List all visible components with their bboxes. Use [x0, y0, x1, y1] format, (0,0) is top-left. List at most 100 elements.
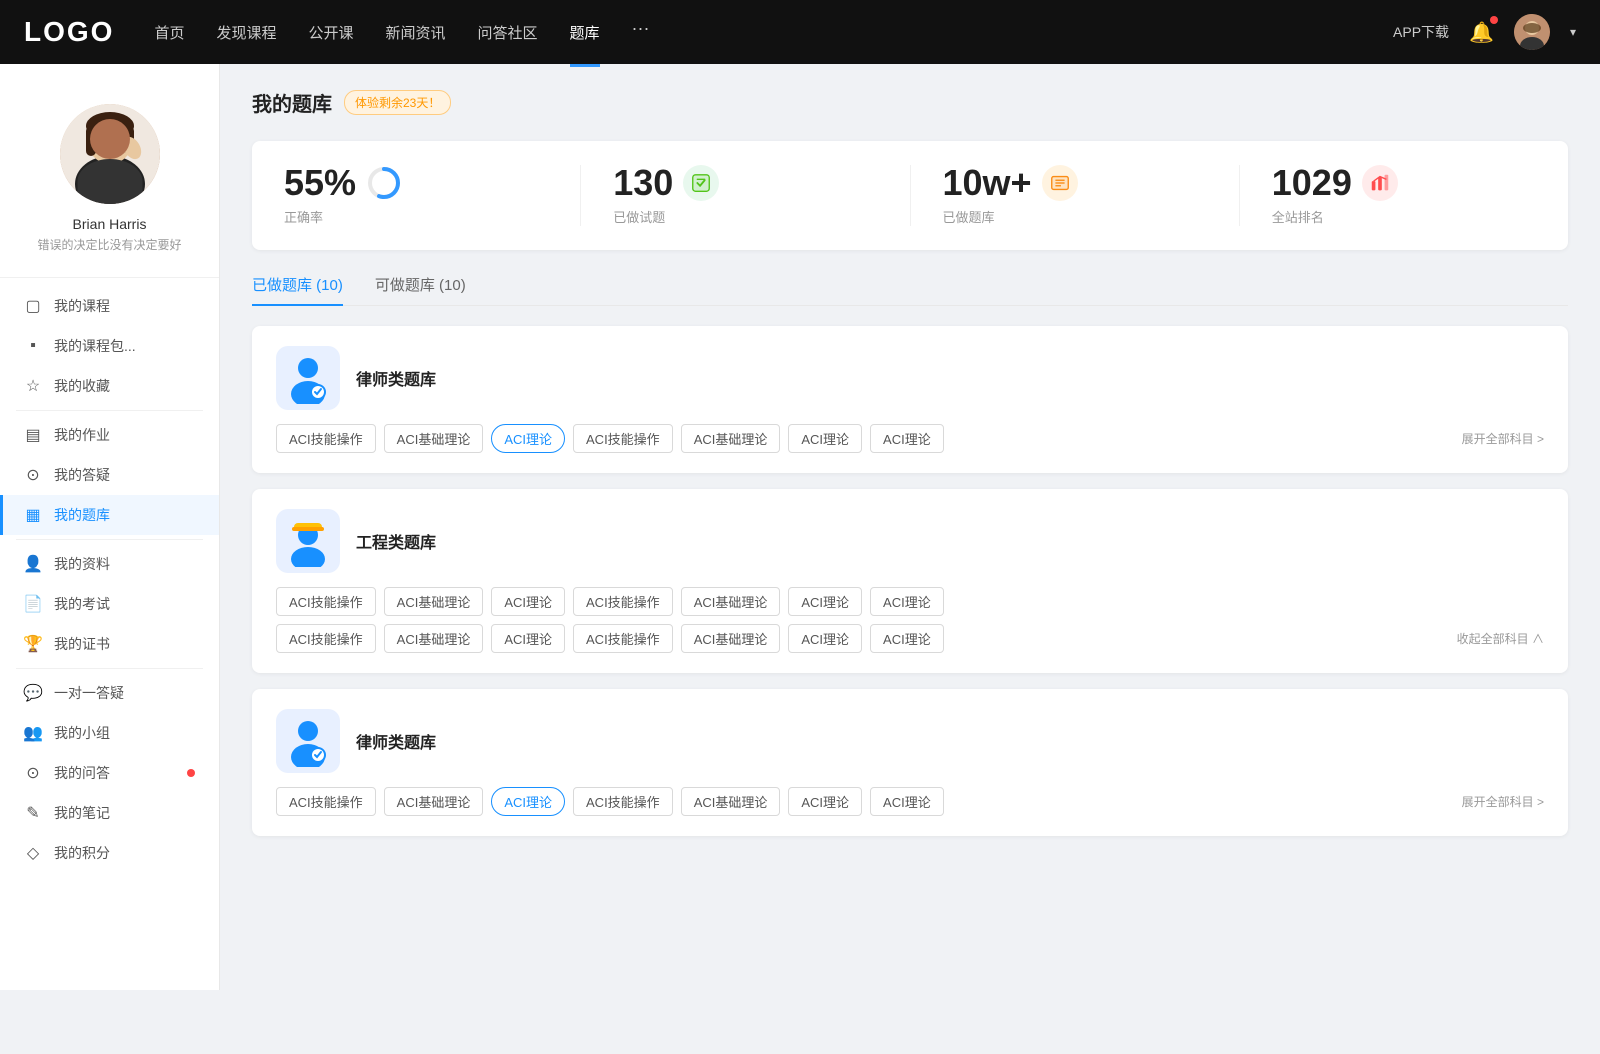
tag-lawyer-2-6[interactable]: ACI理论 — [788, 787, 862, 816]
qbank-engineer-tags-row1: ACI技能操作 ACI基础理论 ACI理论 ACI技能操作 ACI基础理论 AC… — [276, 587, 1544, 616]
tag-lawyer-1-2[interactable]: ACI基础理论 — [384, 424, 484, 453]
sidebar-item-label-points: 我的积分 — [54, 843, 110, 863]
stat-done-questions: 130 已做试题 — [581, 165, 910, 226]
sidebar-item-notes[interactable]: ✎ 我的笔记 — [0, 793, 219, 833]
qbank-card-lawyer-1: 律师类题库 ACI技能操作 ACI基础理论 ACI理论 ACI技能操作 ACI基… — [252, 326, 1568, 473]
nav-qbank[interactable]: 题库 — [570, 18, 600, 47]
questions-icon: ⊙ — [24, 764, 42, 782]
sidebar-item-label-qa: 我的答疑 — [54, 465, 110, 485]
packages-icon: ▪ — [24, 337, 42, 355]
sidebar-item-label-tutor: 一对一答疑 — [54, 683, 124, 703]
tag-eng-2-2[interactable]: ACI基础理论 — [384, 624, 484, 653]
sidebar-item-qbank[interactable]: ▦ 我的题库 — [0, 495, 219, 535]
avatar[interactable] — [1514, 14, 1550, 50]
stat-done-label: 已做试题 — [613, 207, 665, 226]
tag-lawyer-1-4[interactable]: ACI技能操作 — [573, 424, 673, 453]
tag-eng-1-2[interactable]: ACI基础理论 — [384, 587, 484, 616]
page-title: 我的题库 — [252, 88, 332, 117]
sidebar-item-questions[interactable]: ⊙ 我的问答 — [0, 753, 219, 793]
stats-row: 55% 正确率 130 — [252, 141, 1568, 250]
nav-more-icon[interactable]: ··· — [632, 18, 650, 47]
qbank-engineer-tags-1: ACI技能操作 ACI基础理论 ACI理论 ACI技能操作 ACI基础理论 AC… — [276, 587, 1544, 616]
page-header: 我的题库 体验剩余23天！ — [252, 88, 1568, 117]
qbank-lawyer2-tags: ACI技能操作 ACI基础理论 ACI理论 ACI技能操作 ACI基础理论 AC… — [276, 787, 1462, 816]
sidebar-item-qa[interactable]: ⊙ 我的答疑 — [0, 455, 219, 495]
user-menu-caret[interactable]: ▾ — [1570, 25, 1576, 39]
stat-accuracy-top: 55% — [284, 165, 402, 201]
tag-eng-2-6[interactable]: ACI理论 — [788, 624, 862, 653]
tag-eng-2-7[interactable]: ACI理论 — [870, 624, 944, 653]
sidebar-item-tutor[interactable]: 💬 一对一答疑 — [0, 673, 219, 713]
sidebar-item-courses[interactable]: ▢ 我的课程 — [0, 286, 219, 326]
tag-lawyer-2-1[interactable]: ACI技能操作 — [276, 787, 376, 816]
tag-eng-1-1[interactable]: ACI技能操作 — [276, 587, 376, 616]
expand-lawyer-1-link[interactable]: 展开全部科目 > — [1462, 430, 1544, 447]
tag-eng-1-3[interactable]: ACI理论 — [491, 587, 565, 616]
tag-lawyer-2-2[interactable]: ACI基础理论 — [384, 787, 484, 816]
stat-ranking-label: 全站排名 — [1272, 207, 1324, 226]
tab-done-banks[interactable]: 已做题库 (10) — [252, 274, 343, 305]
sidebar-item-label-favorites: 我的收藏 — [54, 376, 110, 396]
tag-lawyer-2-5[interactable]: ACI基础理论 — [681, 787, 781, 816]
sidebar-item-groups[interactable]: 👥 我的小组 — [0, 713, 219, 753]
tag-eng-2-4[interactable]: ACI技能操作 — [573, 624, 673, 653]
groups-icon: 👥 — [24, 724, 42, 742]
stat-accuracy-label: 正确率 — [284, 207, 323, 226]
sidebar-item-favorites[interactable]: ☆ 我的收藏 — [0, 366, 219, 406]
stat-accuracy: 55% 正确率 — [252, 165, 581, 226]
courses-icon: ▢ — [24, 297, 42, 315]
sidebar-menu: ▢ 我的课程 ▪ 我的课程包... ☆ 我的收藏 ▤ 我的作业 ⊙ 我的答疑 ▦ — [0, 278, 219, 881]
tag-lawyer-1-7[interactable]: ACI理论 — [870, 424, 944, 453]
tag-lawyer-2-3[interactable]: ACI理论 — [491, 787, 565, 816]
tag-eng-2-5[interactable]: ACI基础理论 — [681, 624, 781, 653]
collapse-engineer-link[interactable]: 收起全部科目 ∧ — [1457, 630, 1544, 647]
qbank-engineer-icon — [276, 509, 340, 573]
sidebar-item-materials[interactable]: 👤 我的资料 — [0, 544, 219, 584]
nav-qa[interactable]: 问答社区 — [478, 18, 538, 47]
qbank-engineer-tags-2: ACI技能操作 ACI基础理论 ACI理论 ACI技能操作 ACI基础理论 AC… — [276, 624, 1457, 653]
tag-lawyer-1-3[interactable]: ACI理论 — [491, 424, 565, 453]
tag-eng-2-1[interactable]: ACI技能操作 — [276, 624, 376, 653]
nav-discover[interactable]: 发现课程 — [216, 18, 276, 47]
sidebar-divider-2 — [16, 539, 203, 540]
nav-open-course[interactable]: 公开课 — [308, 18, 353, 47]
main-layout: Brian Harris 错误的决定比没有决定要好 ▢ 我的课程 ▪ 我的课程包… — [0, 64, 1600, 990]
nav-news[interactable]: 新闻资讯 — [386, 18, 446, 47]
notes-icon: ✎ — [24, 804, 42, 822]
sidebar-divider-1 — [16, 410, 203, 411]
tag-lawyer-1-5[interactable]: ACI基础理论 — [681, 424, 781, 453]
sidebar-item-course-packages[interactable]: ▪ 我的课程包... — [0, 326, 219, 366]
sidebar-item-label-notes: 我的笔记 — [54, 803, 110, 823]
tag-lawyer-1-1[interactable]: ACI技能操作 — [276, 424, 376, 453]
qbank-lawyer-icon — [276, 346, 340, 410]
certs-icon: 🏆 — [24, 635, 42, 653]
expand-lawyer-2-link[interactable]: 展开全部科目 > — [1462, 793, 1544, 810]
tag-eng-1-6[interactable]: ACI理论 — [788, 587, 862, 616]
tag-eng-1-4[interactable]: ACI技能操作 — [573, 587, 673, 616]
tag-lawyer-1-6[interactable]: ACI理论 — [788, 424, 862, 453]
sidebar-item-label-qbank: 我的题库 — [54, 505, 110, 525]
sidebar-item-homework[interactable]: ▤ 我的作业 — [0, 415, 219, 455]
tab-available-banks[interactable]: 可做题库 (10) — [375, 274, 466, 305]
app-download-button[interactable]: APP下载 — [1393, 22, 1449, 42]
sidebar: Brian Harris 错误的决定比没有决定要好 ▢ 我的课程 ▪ 我的课程包… — [0, 64, 220, 990]
tag-eng-1-5[interactable]: ACI基础理论 — [681, 587, 781, 616]
materials-icon: 👤 — [24, 555, 42, 573]
sidebar-item-exams[interactable]: 📄 我的考试 — [0, 584, 219, 624]
notification-bell[interactable]: 🔔 — [1469, 20, 1494, 45]
sidebar-item-certs[interactable]: 🏆 我的证书 — [0, 624, 219, 664]
logo[interactable]: LOGO — [24, 16, 114, 48]
sidebar-divider-3 — [16, 668, 203, 669]
tag-lawyer-2-7[interactable]: ACI理论 — [870, 787, 944, 816]
sidebar-item-points[interactable]: ◇ 我的积分 — [0, 833, 219, 873]
nav-menu: 首页 发现课程 公开课 新闻资讯 问答社区 题库 ··· — [154, 18, 1393, 47]
tag-eng-2-3[interactable]: ACI理论 — [491, 624, 565, 653]
nav-home[interactable]: 首页 — [154, 18, 184, 47]
sidebar-avatar[interactable] — [60, 104, 160, 204]
qbank-card-lawyer-2: 律师类题库 ACI技能操作 ACI基础理论 ACI理论 ACI技能操作 ACI基… — [252, 689, 1568, 836]
stat-banks-top: 10w+ — [943, 165, 1078, 201]
favorites-icon: ☆ — [24, 377, 42, 395]
stat-ranking-top: 1029 — [1272, 165, 1398, 201]
tag-lawyer-2-4[interactable]: ACI技能操作 — [573, 787, 673, 816]
tag-eng-1-7[interactable]: ACI理论 — [870, 587, 944, 616]
